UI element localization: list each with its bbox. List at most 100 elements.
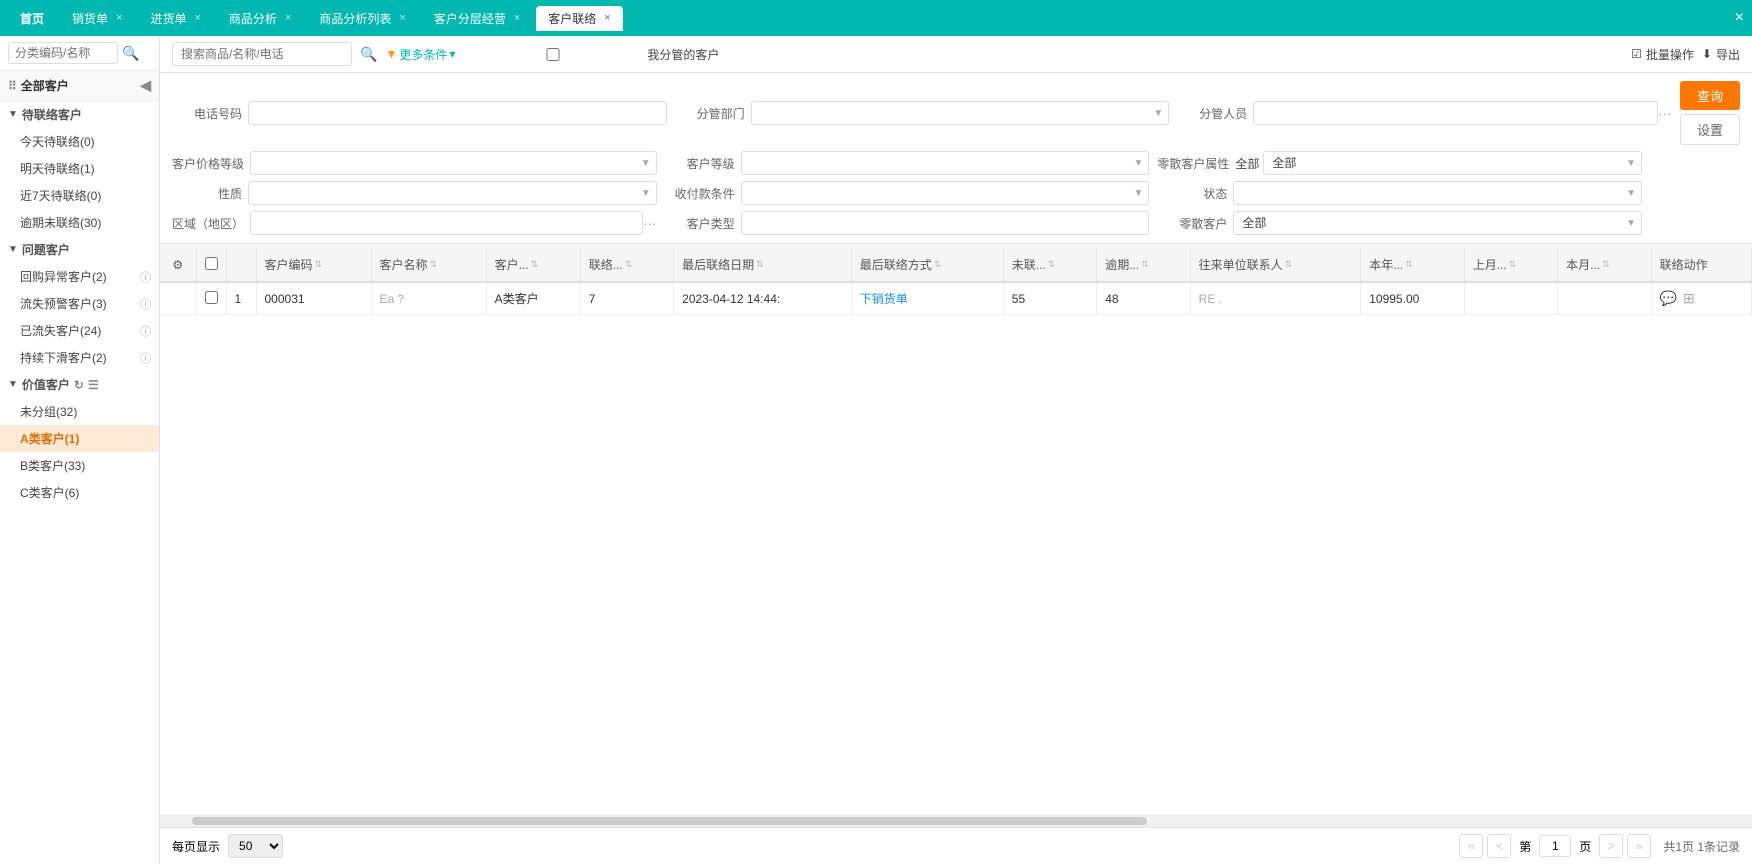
tab-purchase[interactable]: 进货单 × (138, 6, 212, 31)
sidebar-search-icon[interactable]: 🔍 (122, 45, 139, 62)
info-icon-0[interactable]: ⓘ (140, 269, 151, 285)
select-all-checkbox[interactable] (205, 257, 218, 270)
sort-this-month[interactable]: 本月... ⇅ (1566, 256, 1610, 273)
sidebar-search-input[interactable] (8, 42, 118, 64)
customer-level-select[interactable] (741, 151, 1150, 175)
filter-search-icon[interactable]: 🔍 (360, 46, 377, 63)
sidebar-value-group[interactable]: ▼ 价值客户 ↻ ☰ (0, 371, 159, 398)
th-gear[interactable]: ⚙ (160, 248, 196, 282)
sidebar-churn-warning[interactable]: 流失预警客户(3) ⓘ (0, 290, 159, 317)
close-product-analysis-list-icon[interactable]: × (399, 12, 405, 24)
sort-code[interactable]: 客户编码 ⇅ (265, 256, 323, 273)
sort-last-method[interactable]: 最后联络方式 ⇅ (860, 256, 942, 273)
sidebar-unclassified[interactable]: 未分组(32) (0, 398, 159, 425)
sort-contact[interactable]: 联络... ⇅ (589, 256, 633, 273)
window-close-icon[interactable]: × (1735, 9, 1744, 27)
info-icon-3[interactable]: ⓘ (140, 350, 151, 366)
th-this-year[interactable]: 本年... ⇅ (1361, 248, 1464, 282)
sidebar-class-b[interactable]: B类客户(33) (0, 452, 159, 479)
query-button[interactable]: 查询 (1680, 81, 1740, 110)
price-level-select[interactable] (250, 151, 657, 175)
tab-customer-segment[interactable]: 客户分层经营 × (422, 6, 532, 31)
sidebar-7days-pending[interactable]: 近7天待联络(0) (0, 182, 159, 209)
th-last-month[interactable]: 上月... ⇅ (1464, 248, 1557, 282)
my-customers-checkbox[interactable] (463, 48, 643, 61)
grid-icon[interactable]: ⊞ (1683, 290, 1695, 307)
region-input[interactable] (250, 211, 643, 235)
page-input[interactable] (1539, 835, 1571, 857)
value-refresh-icon[interactable]: ↻ (74, 378, 84, 392)
tab-product-analysis[interactable]: 商品分析 × (217, 6, 303, 31)
next-page-button[interactable]: > (1599, 834, 1623, 858)
my-customers-checkbox-area[interactable]: 我分管的客户 (463, 46, 719, 63)
gear-icon[interactable]: ⚙ (172, 258, 183, 272)
sidebar-churned[interactable]: 已流失客户(24) ⓘ (0, 317, 159, 344)
chat-icon[interactable]: 💬 (1660, 290, 1677, 307)
export-button[interactable]: ⬇ 导出 (1702, 46, 1740, 63)
sort-overdue[interactable]: 逾期... ⇅ (1105, 256, 1149, 273)
more-filters-button[interactable]: ▼ 更多条件 ▾ (385, 46, 455, 63)
row-checkbox[interactable] (205, 291, 218, 304)
payment-select[interactable] (741, 181, 1150, 205)
sort-no-contact[interactable]: 未联... ⇅ (1012, 256, 1056, 273)
search-input[interactable] (172, 42, 352, 66)
phone-input[interactable] (248, 101, 667, 125)
sidebar-class-a[interactable]: A类客户(1) (0, 425, 159, 452)
sidebar-problem-group[interactable]: ▼ 问题客户 (0, 236, 159, 263)
th-overdue[interactable]: 逾期... ⇅ (1097, 248, 1190, 282)
sort-unit-contact[interactable]: 往来单位联系人 ⇅ (1199, 256, 1293, 273)
sort-this-year[interactable]: 本年... ⇅ (1369, 256, 1413, 273)
th-name[interactable]: 客户名称 ⇅ (371, 248, 486, 282)
th-this-month[interactable]: 本月... ⇅ (1558, 248, 1651, 282)
sort-last-date[interactable]: 最后联络日期 ⇅ (682, 256, 764, 273)
sidebar-pending-group[interactable]: ▼ 待联络客户 (0, 101, 159, 128)
close-purchase-icon[interactable]: × (194, 12, 200, 24)
sidebar-all-customers[interactable]: ⠿ 全部客户 ◀ (0, 71, 159, 101)
th-unit-contact[interactable]: 往来单位联系人 ⇅ (1190, 248, 1361, 282)
status-select[interactable] (1233, 181, 1642, 205)
tab-product-analysis-list[interactable]: 商品分析列表 × (307, 6, 417, 31)
prev-page-button[interactable]: < (1487, 834, 1511, 858)
sidebar-overdue-pending[interactable]: 逾期未联络(30) (0, 209, 159, 236)
th-type[interactable]: 客户... ⇅ (486, 248, 580, 282)
close-customer-segment-icon[interactable]: × (514, 12, 520, 24)
th-contact[interactable]: 联络... ⇅ (580, 248, 673, 282)
region-dots-icon[interactable]: ··· (643, 215, 657, 231)
per-page-select[interactable]: 50 100 (228, 834, 283, 858)
tab-sales[interactable]: 销货单 × (60, 6, 134, 31)
sidebar-tomorrow-pending[interactable]: 明天待联络(1) (0, 155, 159, 182)
person-dots-icon[interactable]: ··· (1658, 105, 1672, 121)
first-page-button[interactable]: « (1459, 834, 1483, 858)
nature-select[interactable] (248, 181, 657, 205)
retail-attr-select[interactable]: 全部 (1263, 151, 1642, 175)
sidebar-today-pending[interactable]: 今天待联络(0) (0, 128, 159, 155)
tab-home[interactable]: 首页 (8, 6, 56, 31)
customer-type-input[interactable] (741, 211, 1150, 235)
last-page-button[interactable]: » (1627, 834, 1651, 858)
batch-op-button[interactable]: ☑ 批量操作 (1631, 46, 1694, 63)
th-no-contact[interactable]: 未联... ⇅ (1003, 248, 1096, 282)
th-code[interactable]: 客户编码 ⇅ (256, 248, 371, 282)
horizontal-scrollbar[interactable] (160, 815, 1752, 827)
dept-select[interactable] (751, 101, 1170, 125)
close-product-analysis-icon[interactable]: × (285, 12, 291, 24)
close-sales-icon[interactable]: × (116, 12, 122, 24)
th-last-contact-method[interactable]: 最后联络方式 ⇅ (851, 248, 1003, 282)
sort-last-month[interactable]: 上月... ⇅ (1473, 256, 1517, 273)
settings-button[interactable]: 设置 (1680, 114, 1740, 145)
info-icon-1[interactable]: ⓘ (140, 296, 151, 312)
close-customer-contact-icon[interactable]: × (604, 12, 610, 24)
value-add-icon[interactable]: ☰ (88, 378, 99, 392)
sidebar-class-c[interactable]: C类客户(6) (0, 479, 159, 506)
sidebar-repurchase-abnormal[interactable]: 回购异常客户(2) ⓘ (0, 263, 159, 290)
sidebar-collapse-icon[interactable]: ◀ (140, 77, 151, 94)
info-icon-2[interactable]: ⓘ (140, 323, 151, 339)
sort-type[interactable]: 客户... ⇅ (495, 256, 539, 273)
tab-customer-contact[interactable]: 客户联络 × (536, 6, 622, 31)
last-contact-method-link[interactable]: 下销货单 (860, 292, 908, 306)
person-input[interactable] (1253, 101, 1658, 125)
sidebar-declining[interactable]: 持续下滑客户(2) ⓘ (0, 344, 159, 371)
sort-name[interactable]: 客户名称 ⇅ (380, 256, 438, 273)
retail-customer-select[interactable]: 全部 (1233, 211, 1642, 235)
th-last-contact-date[interactable]: 最后联络日期 ⇅ (674, 248, 852, 282)
